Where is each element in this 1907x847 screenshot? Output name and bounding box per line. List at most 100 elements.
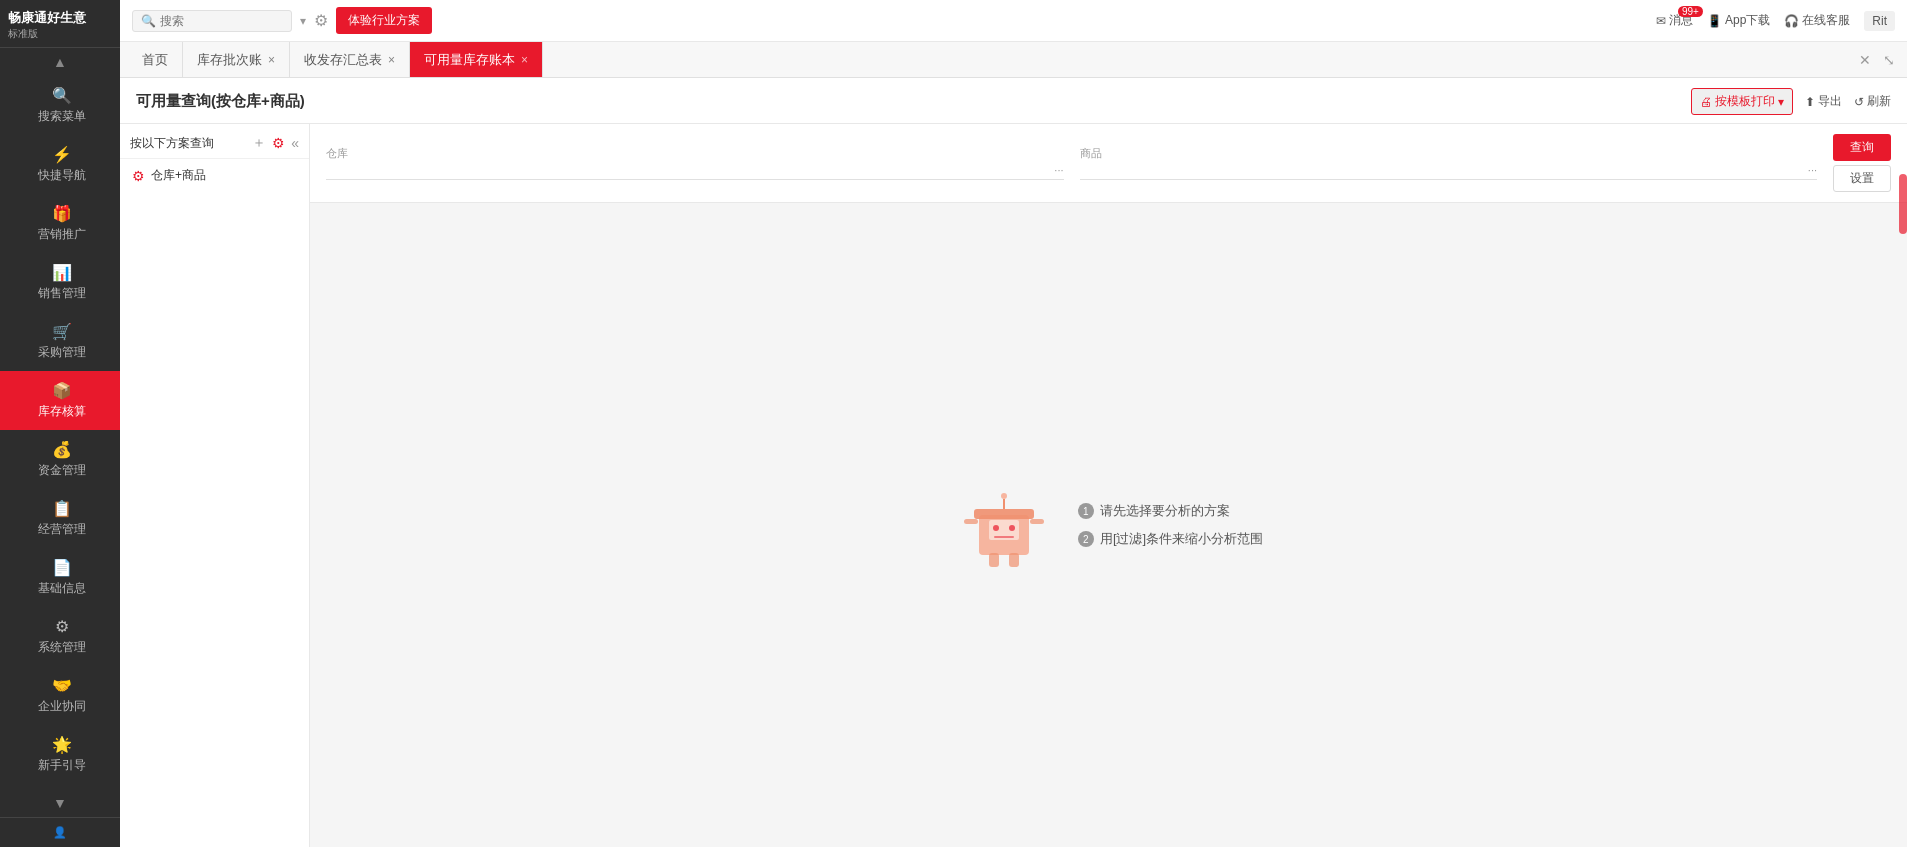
warehouse-label: 仓库 — [326, 146, 1064, 161]
close-icon[interactable]: × — [268, 54, 275, 66]
page-title: 可用量查询(按仓库+商品) — [136, 92, 305, 111]
scheme-item-warehouse-product[interactable]: ⚙ 仓库+商品 — [120, 159, 309, 192]
money-icon: 💰 — [52, 440, 72, 459]
empty-tips: 1 请先选择要分析的方案 2 用[过滤]条件来缩小分析范围 — [1078, 502, 1263, 548]
warehouse-input[interactable] — [326, 163, 1050, 177]
tab-label: 可用量库存账本 — [424, 51, 515, 69]
handshake-icon: 🤝 — [52, 676, 72, 695]
close-all-tabs-btn[interactable]: ✕ — [1855, 50, 1875, 70]
svg-rect-8 — [989, 553, 999, 567]
app-logo: 畅康通好生意 标准版 — [0, 0, 120, 48]
setting-btn[interactable]: 设置 — [1833, 165, 1891, 192]
sidebar-item-management[interactable]: 📋 经营管理 — [0, 489, 120, 548]
tab-inventory-batch[interactable]: 库存批次账 × — [183, 42, 290, 77]
right-scrollbar[interactable] — [1899, 174, 1907, 234]
product-filter: 商品 ··· — [1080, 146, 1818, 180]
user-menu[interactable]: Rit — [1864, 11, 1895, 31]
right-panel: 仓库 ··· 商品 ··· 查询 设置 — [310, 124, 1907, 847]
export-btn[interactable]: ⬆ 导出 — [1805, 93, 1842, 110]
sidebar-item-quicknav[interactable]: ⚡ 快捷导航 — [0, 135, 120, 194]
sidebar-item-label: 采购管理 — [38, 344, 86, 361]
service-label: 在线客服 — [1802, 12, 1850, 29]
sidebar-item-label: 企业协同 — [38, 698, 86, 715]
sidebar-item-collab[interactable]: 🤝 企业协同 — [0, 666, 120, 725]
header-actions: 🖨 按模板打印 ▾ ⬆ 导出 ↺ 刷新 — [1691, 88, 1891, 115]
tab-stock-summary[interactable]: 收发存汇总表 × — [290, 42, 410, 77]
tip-num-1: 1 — [1078, 503, 1094, 519]
settings-icon[interactable]: ⚙ — [314, 11, 328, 30]
product-more-btn[interactable]: ··· — [1808, 164, 1817, 176]
search-dropdown[interactable]: ▾ — [300, 14, 306, 28]
industry-btn[interactable]: 体验行业方案 — [336, 7, 432, 34]
sidebar-item-guide[interactable]: 🌟 新手引导 — [0, 725, 120, 784]
expand-tab-btn[interactable]: ⤡ — [1879, 50, 1899, 70]
sidebar-item-label: 资金管理 — [38, 462, 86, 479]
topbar: 🔍 ▾ ⚙ 体验行业方案 ✉ 消息 99+ 📱 App下载 🎧 在线客服 Rit — [120, 0, 1907, 42]
tab-available-stock[interactable]: 可用量库存账本 × — [410, 42, 543, 77]
flash-icon: ⚡ — [52, 145, 72, 164]
sidebar-item-marketing[interactable]: 🎁 营销推广 — [0, 194, 120, 253]
scheme-settings-btn[interactable]: ⚙ — [272, 135, 285, 151]
left-panel: 按以下方案查询 ＋ ⚙ « ⚙ 仓库+商品 — [120, 124, 310, 847]
sidebar-item-finance[interactable]: 💰 资金管理 — [0, 430, 120, 489]
main-area: 🔍 ▾ ⚙ 体验行业方案 ✉ 消息 99+ 📱 App下载 🎧 在线客服 Rit — [120, 0, 1907, 847]
svg-rect-6 — [964, 519, 978, 524]
sidebar-item-label: 库存核算 — [38, 403, 86, 420]
sidebar-item-purchase[interactable]: 🛒 采购管理 — [0, 312, 120, 371]
sidebar-nav: 🔍 搜索菜单 ⚡ 快捷导航 🎁 营销推广 📊 销售管理 🛒 采购管理 📦 库存核… — [0, 76, 120, 789]
topbar-right: ✉ 消息 99+ 📱 App下载 🎧 在线客服 Rit — [1656, 11, 1895, 31]
svg-rect-7 — [1030, 519, 1044, 524]
message-btn[interactable]: ✉ 消息 99+ — [1656, 12, 1693, 29]
tip-text-1: 请先选择要分析的方案 — [1100, 502, 1230, 520]
svg-rect-1 — [974, 509, 1034, 519]
search-input[interactable] — [160, 14, 283, 28]
empty-illustration — [954, 475, 1054, 575]
svg-point-11 — [1001, 493, 1007, 499]
close-icon[interactable]: × — [521, 54, 528, 66]
user-name: Rit — [1872, 14, 1887, 28]
service-btn[interactable]: 🎧 在线客服 — [1784, 12, 1850, 29]
star-icon: 🌟 — [52, 735, 72, 754]
message-badge: 99+ — [1678, 6, 1703, 17]
left-panel-header: 按以下方案查询 ＋ ⚙ « — [120, 124, 309, 159]
tab-home[interactable]: 首页 — [128, 42, 183, 77]
empty-state: 1 请先选择要分析的方案 2 用[过滤]条件来缩小分析范围 — [310, 203, 1907, 847]
app-title: 畅康通好生意 — [8, 10, 112, 27]
close-icon[interactable]: × — [388, 54, 395, 66]
svg-point-3 — [993, 525, 999, 531]
sidebar-item-system[interactable]: ⚙ 系统管理 — [0, 607, 120, 666]
footer-icon: 👤 — [53, 826, 67, 839]
filter-row: 仓库 ··· 商品 ··· 查询 设置 — [310, 124, 1907, 203]
tip-text-2: 用[过滤]条件来缩小分析范围 — [1100, 530, 1263, 548]
gear-icon: ⚙ — [55, 617, 69, 636]
tab-label: 库存批次账 — [197, 51, 262, 69]
app-download-btn[interactable]: 📱 App下载 — [1707, 12, 1770, 29]
tabbar: 首页 库存批次账 × 收发存汇总表 × 可用量库存账本 × ✕ ⤡ — [120, 42, 1907, 78]
chart-icon: 📊 — [52, 263, 72, 282]
sidebar-footer[interactable]: 👤 — [0, 817, 120, 847]
scroll-down-btn[interactable]: ▼ — [0, 789, 120, 817]
empty-tip-1: 1 请先选择要分析的方案 — [1078, 502, 1263, 520]
warehouse-more-btn[interactable]: ··· — [1054, 164, 1063, 176]
refresh-btn[interactable]: ↺ 刷新 — [1854, 93, 1891, 110]
sidebar-item-basic[interactable]: 📄 基础信息 — [0, 548, 120, 607]
sidebar-item-search[interactable]: 🔍 搜索菜单 — [0, 76, 120, 135]
scroll-up-btn[interactable]: ▲ — [0, 48, 120, 76]
template-print-btn[interactable]: 🖨 按模板打印 ▾ — [1691, 88, 1793, 115]
tabbar-actions: ✕ ⤡ — [1847, 50, 1907, 70]
svg-rect-5 — [994, 536, 1014, 538]
add-scheme-btn[interactable]: ＋ — [252, 134, 266, 152]
gift-icon: 🎁 — [52, 204, 72, 223]
query-btn[interactable]: 查询 — [1833, 134, 1891, 161]
sidebar-item-inventory[interactable]: 📦 库存核算 — [0, 371, 120, 430]
export-icon: ⬆ — [1805, 95, 1815, 109]
search-box[interactable]: 🔍 — [132, 10, 292, 32]
search-icon: 🔍 — [141, 14, 156, 28]
product-input[interactable] — [1080, 163, 1804, 177]
collapse-panel-btn[interactable]: « — [291, 135, 299, 151]
sidebar-item-sales[interactable]: 📊 销售管理 — [0, 253, 120, 312]
page-header: 可用量查询(按仓库+商品) 🖨 按模板打印 ▾ ⬆ 导出 ↺ 刷新 — [120, 78, 1907, 124]
refresh-icon: ↺ — [1854, 95, 1864, 109]
sidebar-item-label: 搜索菜单 — [38, 108, 86, 125]
filter-actions: 查询 设置 — [1833, 134, 1891, 192]
